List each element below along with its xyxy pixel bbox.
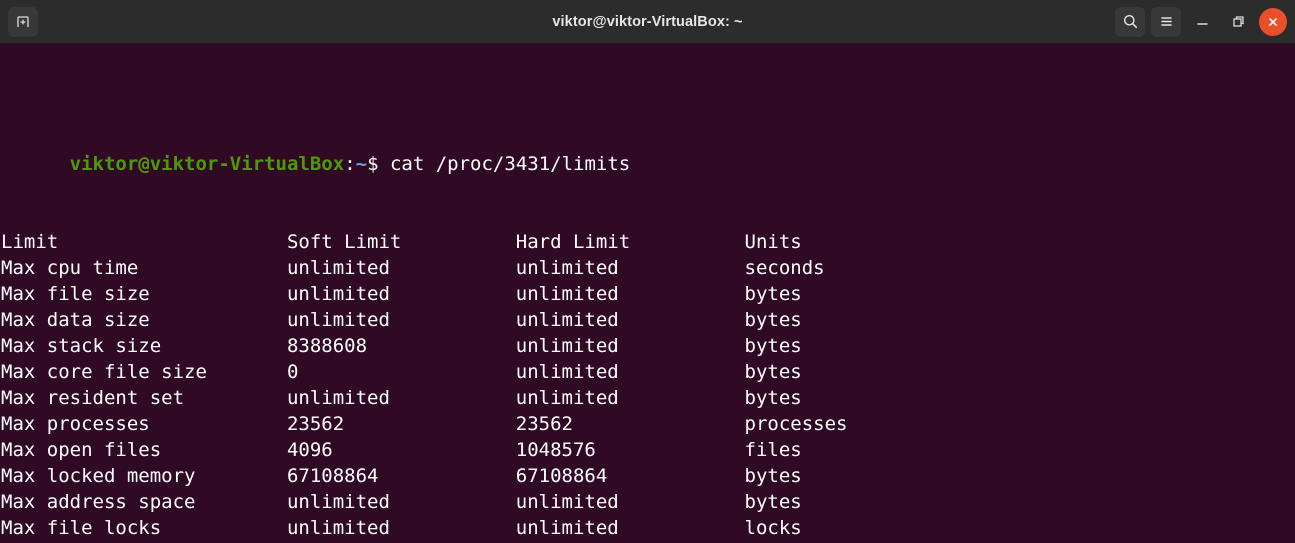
prompt-path: ~ [355,153,368,175]
limits-table-row: Max file size unlimited unlimited bytes [1,283,802,305]
hamburger-menu-icon [1160,17,1172,26]
title-bar: viktor@viktor-VirtualBox: ~ [0,0,1295,44]
command-prompt-line: viktor@viktor-VirtualBox:~$ cat /proc/34… [1,125,1295,175]
typed-command: cat /proc/3431/limits [378,153,631,175]
window-title: viktor@viktor-VirtualBox: ~ [552,13,743,30]
new-tab-icon [17,15,29,27]
limits-table-row: Max data size unlimited unlimited bytes [1,309,802,331]
minimize-icon [1196,23,1208,25]
terminal-output-area[interactable]: viktor@viktor-VirtualBox:~$ cat /proc/34… [0,44,1295,543]
close-button[interactable] [1259,7,1287,36]
limits-table-row: Max processes 23562 23562 processes [1,413,848,435]
limits-table-row: Max core file size 0 unlimited bytes [1,361,802,383]
limits-table: Limit Soft Limit Hard Limit Units Max cpu… [1,229,1295,543]
limits-table-row: Max locked memory 67108864 67108864 byte… [1,465,802,487]
limits-table-row: Max resident set unlimited unlimited byt… [1,387,802,409]
close-icon [1269,17,1277,26]
search-button[interactable] [1115,6,1145,37]
title-bar-left-controls [8,6,38,37]
menu-button[interactable] [1151,6,1181,37]
prompt-colon: : [344,153,356,175]
restore-window-icon [1232,16,1244,27]
prompt-user-host: viktor@viktor-VirtualBox [69,153,345,175]
title-bar-right-controls [1115,6,1287,37]
limits-table-row: Max address space unlimited unlimited by… [1,491,802,513]
terminal-window: viktor@viktor-VirtualBox: ~ viktor@vikto… [0,0,1295,543]
limits-table-header: Limit Soft Limit Hard Limit Units [1,231,802,253]
limits-table-row: Max open files 4096 1048576 files [1,439,802,461]
maximize-button[interactable] [1223,7,1253,37]
limits-table-row: Max cpu time unlimited unlimited seconds [1,257,825,279]
new-tab-button[interactable] [8,6,38,37]
search-icon [1123,15,1137,29]
prompt-dollar: $ [367,153,379,175]
minimize-button[interactable] [1187,7,1217,37]
limits-table-row: Max file locks unlimited unlimited locks [1,517,802,539]
limits-table-row: Max stack size 8388608 unlimited bytes [1,335,802,357]
